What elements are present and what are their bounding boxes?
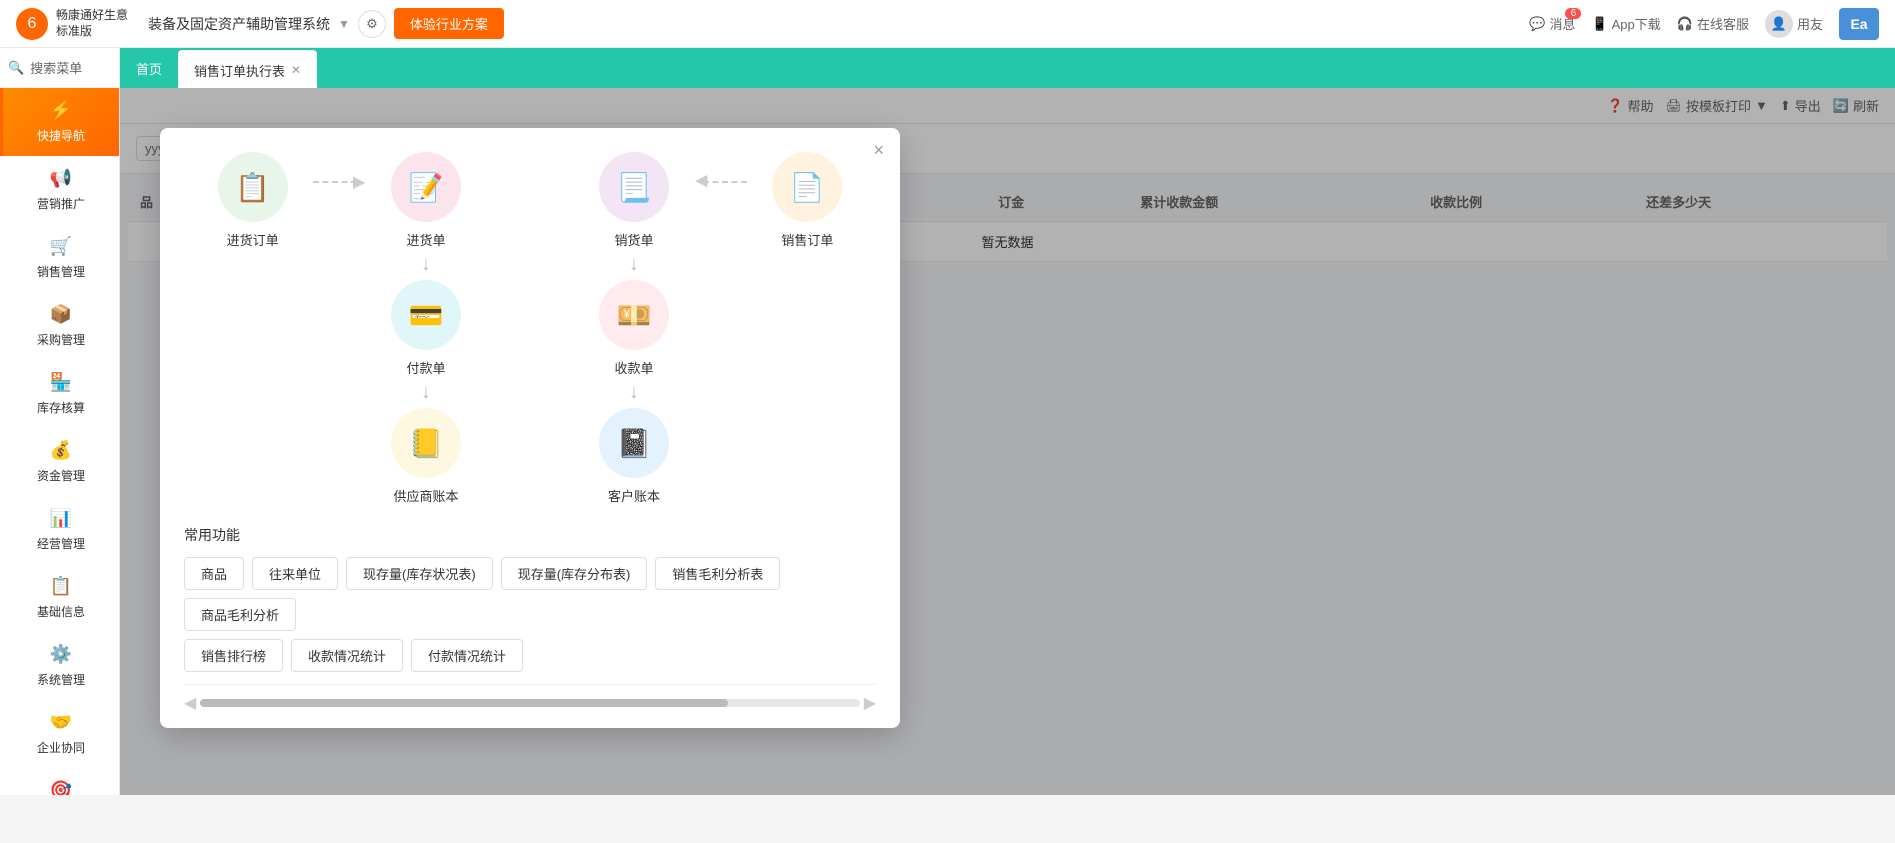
system-title-area: 装备及固定资产辅助管理系统 ▼ ⚙ 体验行业方案 <box>136 8 1529 39</box>
logo-area: 6 畅康通好生意 标准版 <box>16 8 136 40</box>
sidebar-search[interactable]: 🔍 搜索菜单 <box>0 48 119 88</box>
logo-icon: 6 <box>16 8 48 40</box>
modal-overlay: × 📋 进货订单 ▶ <box>120 88 1895 795</box>
customer-account-label: 客户账本 <box>608 486 660 505</box>
ea-avatar: Ea <box>1839 8 1879 40</box>
sidebar-item-quick-nav[interactable]: ⚡ 快捷导航 <box>0 88 119 156</box>
modal-scroll-area: ◀ ▶ <box>184 684 876 713</box>
purchase-order-label: 进货订单 <box>227 230 279 249</box>
func-btn-product[interactable]: 商品 <box>184 557 244 590</box>
quick-nav-icon: ⚡ <box>50 100 72 121</box>
logo-text: 畅康通好生意 标准版 <box>56 8 128 39</box>
dropdown-arrow-icon[interactable]: ▼ <box>338 17 350 31</box>
user-menu[interactable]: 👤 用友 <box>1765 10 1823 38</box>
inventory-icon: 🏪 <box>50 372 72 393</box>
marketing-icon: 📢 <box>50 168 72 189</box>
top-header: 6 畅康通好生意 标准版 装备及固定资产辅助管理系统 ▼ ⚙ 体验行业方案 💬 … <box>0 0 1895 48</box>
func-btn-partner[interactable]: 往来单位 <box>252 557 338 590</box>
message-button[interactable]: 💬 消息 6 <box>1529 14 1575 33</box>
collab-icon: 🤝 <box>50 712 72 733</box>
sidebar-item-purchase[interactable]: 📦 采购管理 <box>0 292 119 360</box>
search-icon: 🔍 <box>8 60 24 76</box>
tab-home[interactable]: 首页 <box>120 48 178 88</box>
gear-button[interactable]: ⚙ <box>358 10 386 38</box>
online-service-button[interactable]: 🎧 在线客服 <box>1677 14 1749 33</box>
receipt-bill-circle[interactable]: 💴 <box>599 280 669 350</box>
system-title-text: 装备及固定资产辅助管理系统 <box>148 14 330 34</box>
sales-order-label: 销售订单 <box>781 230 833 249</box>
common-functions: 常用功能 商品 往来单位 现存量(库存状况表) 现存量(库存分布表) 销售毛利分… <box>184 525 876 672</box>
func-btn-stock-dist[interactable]: 现存量(库存分布表) <box>501 557 648 590</box>
scroll-thumb <box>200 699 728 707</box>
trial-button[interactable]: 体验行业方案 <box>394 8 504 39</box>
app-download-button[interactable]: 📱 App下载 <box>1591 14 1660 33</box>
sales-icon: 🛒 <box>50 236 72 257</box>
sales-bill-circle[interactable]: 📃 <box>599 152 669 222</box>
main-content: 首页 销售订单执行表 ✕ ❓ 帮助 🖨 按模板打印 ▼ ⬆ 导出 🔄 <box>120 48 1895 795</box>
payment-bill-circle[interactable]: 💳 <box>391 280 461 350</box>
finance-icon: 💰 <box>50 440 72 461</box>
func-btn-sales-ranking[interactable]: 销售排行榜 <box>184 639 283 672</box>
sidebar-item-newbie[interactable]: 🎯 新手引导 <box>0 768 119 795</box>
newbie-icon: 🎯 <box>50 780 72 795</box>
system-icon: ⚙️ <box>50 644 72 665</box>
sidebar-item-basic[interactable]: 📋 基础信息 <box>0 564 119 632</box>
common-title: 常用功能 <box>184 525 876 545</box>
sidebar-item-inventory[interactable]: 🏪 库存核算 <box>0 360 119 428</box>
header-right: 💬 消息 6 📱 App下载 🎧 在线客服 👤 用友 Ea <box>1529 8 1879 40</box>
modal-box: × 📋 进货订单 ▶ <box>160 128 900 728</box>
sidebar-item-sales[interactable]: 🛒 销售管理 <box>0 224 119 292</box>
func-grid-row1: 商品 往来单位 现存量(库存状况表) 现存量(库存分布表) 销售毛利分析表 商品… <box>184 557 876 631</box>
sidebar-item-system[interactable]: ⚙️ 系统管理 <box>0 632 119 700</box>
purchase-bill-circle[interactable]: 📝 <box>391 152 461 222</box>
receipt-bill-label: 收款单 <box>614 358 653 377</box>
supplier-account-label: 供应商账本 <box>393 486 458 505</box>
func-btn-receipt-stats[interactable]: 收款情况统计 <box>291 639 403 672</box>
sidebar-item-collab[interactable]: 🤝 企业协同 <box>0 700 119 768</box>
func-btn-stock-status[interactable]: 现存量(库存状况表) <box>346 557 493 590</box>
purchase-order-circle[interactable]: 📋 <box>218 152 288 222</box>
purchase-bill-label: 进货单 <box>406 230 445 249</box>
message-badge: 6 <box>1565 8 1581 19</box>
tab-close-icon[interactable]: ✕ <box>291 63 301 77</box>
customer-account-circle[interactable]: 📓 <box>599 408 669 478</box>
supplier-account-circle[interactable]: 📒 <box>391 408 461 478</box>
tab-bar: 首页 销售订单执行表 ✕ <box>120 48 1895 88</box>
scroll-left-btn[interactable]: ◀ <box>184 693 196 713</box>
func-btn-payment-stats[interactable]: 付款情况统计 <box>411 639 523 672</box>
basic-icon: 📋 <box>50 576 72 597</box>
scroll-right-btn[interactable]: ▶ <box>864 693 876 713</box>
sidebar-item-finance[interactable]: 💰 资金管理 <box>0 428 119 496</box>
page-area: ❓ 帮助 🖨 按模板打印 ▼ ⬆ 导出 🔄 刷新 📅 单据状态 <box>120 88 1895 795</box>
payment-bill-label: 付款单 <box>406 358 445 377</box>
func-btn-sales-margin[interactable]: 销售毛利分析表 <box>655 557 780 590</box>
tab-sales-order-exec[interactable]: 销售订单执行表 ✕ <box>178 50 317 90</box>
func-grid-row2: 销售排行榜 收款情况统计 付款情况统计 <box>184 639 876 672</box>
message-icon: 💬 <box>1529 16 1545 32</box>
func-btn-product-margin[interactable]: 商品毛利分析 <box>184 598 296 631</box>
user-avatar: 👤 <box>1765 10 1793 38</box>
operation-icon: 📊 <box>50 508 72 529</box>
purchase-icon: 📦 <box>50 304 72 325</box>
sales-bill-label: 销货单 <box>614 230 653 249</box>
sales-order-circle[interactable]: 📄 <box>772 152 842 222</box>
service-icon: 🎧 <box>1677 16 1693 32</box>
scroll-track <box>200 699 859 707</box>
sidebar: 🔍 搜索菜单 ⚡ 快捷导航 📢 营销推广 🛒 销售管理 📦 采购管理 🏪 库存核… <box>0 48 120 795</box>
modal-close-button[interactable]: × <box>873 140 884 161</box>
sidebar-item-operation[interactable]: 📊 经营管理 <box>0 496 119 564</box>
download-icon: 📱 <box>1591 16 1607 32</box>
sidebar-item-marketing[interactable]: 📢 营销推广 <box>0 156 119 224</box>
